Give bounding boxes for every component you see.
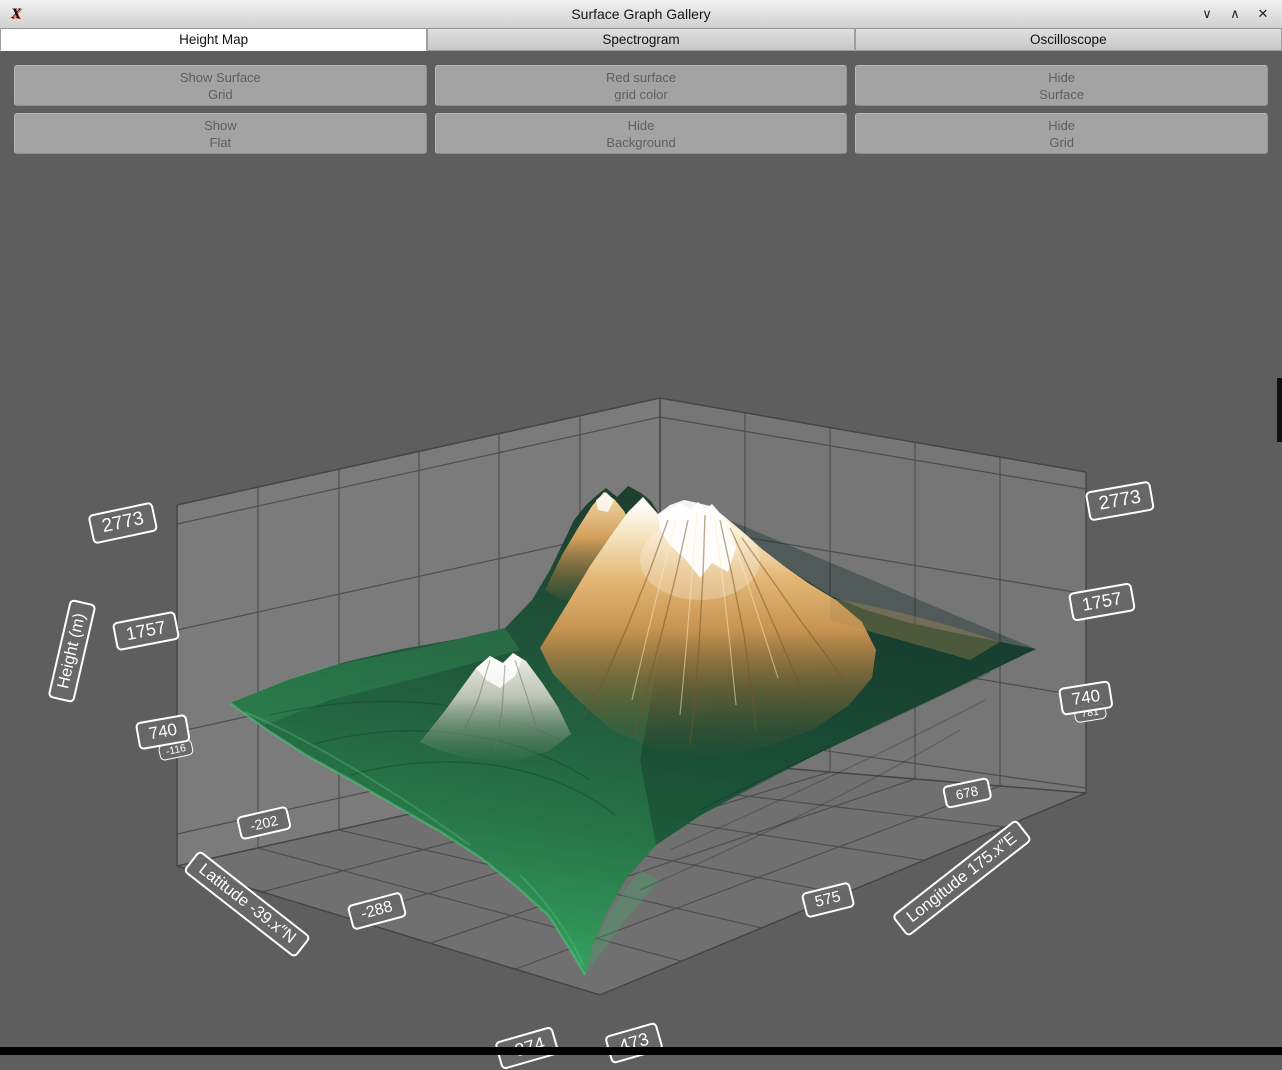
show-surface-grid-button[interactable]: Show Surface Grid [14, 65, 427, 106]
button-label: Show Surface [180, 69, 261, 86]
surface-grid-color-button[interactable]: Red surface grid color [435, 65, 848, 106]
button-label: Flat [210, 134, 232, 151]
window-controls: ∨ ∧ ✕ [1196, 4, 1274, 24]
window-title: Surface Graph Gallery [0, 6, 1282, 22]
right-screen-edge-artifact [1277, 378, 1282, 442]
titlebar: X Surface Graph Gallery ∨ ∧ ✕ [0, 0, 1282, 29]
button-label: Hide [628, 117, 655, 134]
maximize-button[interactable]: ∧ [1224, 4, 1246, 24]
button-label: Grid [208, 86, 233, 103]
tab-oscilloscope[interactable]: Oscilloscope [855, 28, 1282, 51]
button-label: Hide [1048, 69, 1075, 86]
show-flat-button[interactable]: Show Flat [14, 113, 427, 154]
button-label: Red surface [606, 69, 676, 86]
app-icon: X [7, 5, 25, 23]
button-label: Grid [1049, 134, 1074, 151]
bottom-screen-edge [0, 1047, 1282, 1055]
tab-spectrogram[interactable]: Spectrogram [427, 28, 854, 51]
hide-background-button[interactable]: Hide Background [435, 113, 848, 154]
surface-plot-svg [0, 0, 1282, 1055]
button-row-1: Show Surface Grid Red surface grid color… [14, 65, 1268, 106]
button-label: Surface [1039, 86, 1084, 103]
tab-bar: Height Map Spectrogram Oscilloscope [0, 28, 1282, 51]
tab-height-map[interactable]: Height Map [0, 28, 427, 51]
button-row-2: Show Flat Hide Background Hide Grid [14, 113, 1268, 154]
surface-plot-canvas[interactable]: Height (m) 2773 1757 -116 740 -202 Latit… [0, 0, 1282, 1055]
button-label: Show [204, 117, 237, 134]
hide-grid-button[interactable]: Hide Grid [855, 113, 1268, 154]
shade-button[interactable]: ∨ [1196, 4, 1218, 24]
button-label: Background [606, 134, 675, 151]
close-button[interactable]: ✕ [1252, 4, 1274, 24]
button-label: Hide [1048, 117, 1075, 134]
button-label: grid color [614, 86, 667, 103]
hide-surface-button[interactable]: Hide Surface [855, 65, 1268, 106]
